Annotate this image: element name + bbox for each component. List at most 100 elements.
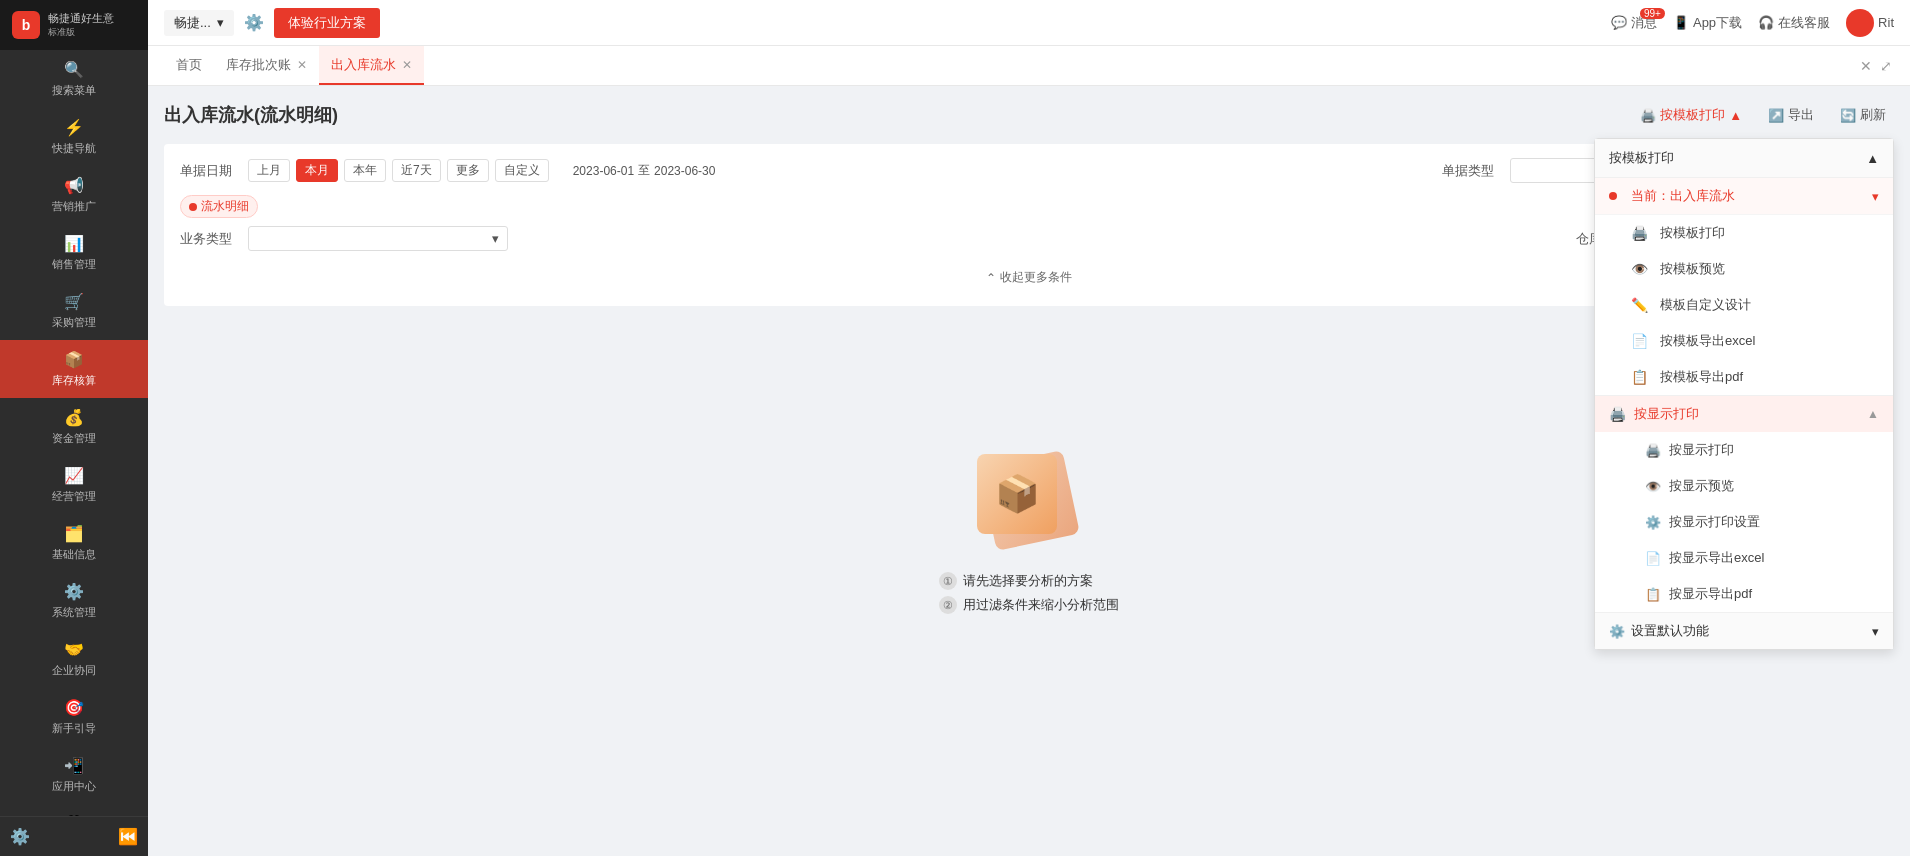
date-range-display: 2023-06-01 至 2023-06-30 [573,162,716,179]
dropdown-sub-item-display-pdf[interactable]: 📋 按显示导出pdf [1595,576,1893,612]
dropdown-sub-item-display-print[interactable]: 🖨️ 按显示打印 [1595,432,1893,468]
refresh-icon: 🔄 [1840,108,1856,123]
finance-icon: 💰 [64,408,84,427]
app-download-label: App下载 [1693,14,1742,32]
sidebar-item-inventory[interactable]: 📦 库存核算 [0,340,148,398]
page-title: 出入库流水(流水明细) [164,103,338,127]
biz-type-dropdown-icon: ▾ [492,231,499,246]
date-btn-more[interactable]: 更多 [447,159,489,182]
date-btn-7days[interactable]: 近7天 [392,159,441,182]
sidebar-item-operations[interactable]: 📈 经营管理 [0,456,148,514]
header-gear-icon[interactable]: ⚙️ [244,13,264,32]
refresh-label: 刷新 [1860,106,1886,124]
sidebar-item-label: 资金管理 [52,431,96,446]
date-btn-this-year[interactable]: 本年 [344,159,386,182]
display-pdf-icon: 📋 [1645,587,1661,602]
sidebar-item-guide[interactable]: 🎯 新手引导 [0,688,148,746]
purchase-icon: 🛒 [64,292,84,311]
empty-hints: ① 请先选择要分析的方案 ② 用过滤条件来缩小分析范围 [939,572,1119,620]
sidebar-item-sales[interactable]: 📊 销售管理 [0,224,148,282]
date-btn-custom[interactable]: 自定义 [495,159,549,182]
expand-panel-icon[interactable]: ⤢ [1878,56,1894,76]
company-selector[interactable]: 畅捷... ▾ [164,10,234,36]
current-template-label: 当前：出入库流水 [1631,187,1735,205]
user-profile[interactable]: Rit [1846,9,1894,37]
print-template-btn[interactable]: 🖨️ 按模板打印 ▲ [1632,102,1750,128]
dropdown-item-template-preview[interactable]: 👁️ 按模板预览 [1595,251,1893,287]
basic-icon: 🗂️ [64,524,84,543]
display-section-title: 按显示打印 [1634,405,1699,423]
empty-hint-1-text: 请先选择要分析的方案 [963,572,1093,590]
dropdown-close-icon[interactable]: ▲ [1866,151,1879,166]
dropdown-item-template-pdf[interactable]: 📋 按模板导出pdf [1595,359,1893,395]
dropdown-footer[interactable]: ⚙️ 设置默认功能 ▾ [1595,612,1893,649]
tab-stock-flow[interactable]: 出入库流水 ✕ [319,46,424,85]
close-panel-icon[interactable]: ✕ [1858,56,1874,76]
main-content: 畅捷... ▾ ⚙️ 体验行业方案 💬 消息 99+ 📱 App下载 🎧 [148,0,1910,856]
filter-tag-label: 流水明细 [201,198,249,215]
dropdown-sub-item-display-settings[interactable]: ⚙️ 按显示打印设置 [1595,504,1893,540]
sidebar-item-wechat[interactable]: 💬 企业微信 [0,804,148,816]
dropdown-sub-item-label: 按显示打印 [1669,441,1734,459]
sidebar-item-purchase[interactable]: 🛒 采购管理 [0,282,148,340]
display-section-header[interactable]: 🖨️ 按显示打印 ▲ [1595,395,1893,432]
sidebar-item-label: 销售管理 [52,257,96,272]
date-from: 2023-06-01 [573,164,634,178]
app-download-action[interactable]: 📱 App下载 [1673,14,1742,32]
refresh-btn[interactable]: 🔄 刷新 [1832,102,1894,128]
app-center-icon: 📲 [64,756,84,775]
dropdown-sub-item-label: 按显示导出pdf [1669,585,1752,603]
sidebar-item-app-center[interactable]: 📲 应用中心 [0,746,148,804]
dropdown-item-template-excel[interactable]: 📄 按模板导出excel [1595,323,1893,359]
empty-illustration: 📦 [969,440,1089,560]
sidebar-item-basic[interactable]: 🗂️ 基础信息 [0,514,148,572]
sidebar-item-label: 企业协同 [52,663,96,678]
tab-inventory-batch-close[interactable]: ✕ [297,58,307,72]
message-badge: 99+ [1640,8,1665,19]
company-name: 畅捷通好生意 [48,11,114,25]
service-icon: 🎧 [1758,15,1774,30]
chevron-up-icon: ⌃ [986,271,996,285]
print-dropdown-panel: 按模板打印 ▲ 当前：出入库流水 ▾ 🖨️ [1594,138,1894,650]
sidebar-item-enterprise[interactable]: 🤝 企业协同 [0,630,148,688]
dropdown-item-template-print[interactable]: 🖨️ 按模板打印 [1595,215,1893,251]
date-to: 2023-06-30 [654,164,715,178]
tab-stock-flow-close[interactable]: ✕ [402,58,412,72]
tab-stock-flow-label: 出入库流水 [331,56,396,74]
export-btn[interactable]: ↗️ 导出 [1760,102,1822,128]
biz-type-selector[interactable]: ▾ [248,226,508,251]
date-btn-last-month[interactable]: 上月 [248,159,290,182]
date-btn-this-month[interactable]: 本月 [296,159,338,182]
dropdown-item-label: 模板自定义设计 [1660,296,1751,314]
settings-bottom-icon[interactable]: ⚙️ [10,827,30,846]
sidebar-bottom: ⚙️ ⏮️ [0,816,148,856]
sidebar-item-marketing[interactable]: 📢 营销推广 [0,166,148,224]
dropdown-header: 按模板打印 ▲ [1595,139,1893,178]
current-template-item[interactable]: 当前：出入库流水 ▾ [1595,178,1893,215]
active-filter-tag[interactable]: 流水明细 [180,195,258,218]
tab-home[interactable]: 首页 [164,46,214,85]
service-action[interactable]: 🎧 在线客服 [1758,14,1830,32]
sidebar-item-label: 新手引导 [52,721,96,736]
message-icon: 💬 [1611,15,1627,30]
display-settings-icon: ⚙️ [1645,515,1661,530]
sidebar-item-label: 基础信息 [52,547,96,562]
message-action[interactable]: 💬 消息 99+ [1611,14,1657,32]
tab-inventory-batch[interactable]: 库存批次账 ✕ [214,46,319,85]
sidebar-item-search[interactable]: 🔍 搜索菜单 [0,50,148,108]
trial-btn[interactable]: 体验行业方案 [274,8,380,38]
system-icon: ⚙️ [64,582,84,601]
dropdown-item-template-custom[interactable]: ✏️ 模板自定义设计 [1595,287,1893,323]
sidebar-item-finance[interactable]: 💰 资金管理 [0,398,148,456]
company-dropdown-icon: ▾ [217,15,224,30]
current-template-arrow: ▾ [1872,189,1879,204]
dropdown-sub-item-display-excel[interactable]: 📄 按显示导出excel [1595,540,1893,576]
empty-box-front: 📦 [977,454,1057,534]
collapse-sidebar-icon[interactable]: ⏮️ [118,827,138,846]
dropdown-sub-item-display-preview[interactable]: 👁️ 按显示预览 [1595,468,1893,504]
sidebar-item-quick-nav[interactable]: ⚡ 快捷导航 [0,108,148,166]
username-label: Rit [1878,15,1894,30]
print-icon: 🖨️ [1640,108,1656,123]
hint-num-2: ② [939,596,957,614]
sidebar-item-system[interactable]: ⚙️ 系统管理 [0,572,148,630]
